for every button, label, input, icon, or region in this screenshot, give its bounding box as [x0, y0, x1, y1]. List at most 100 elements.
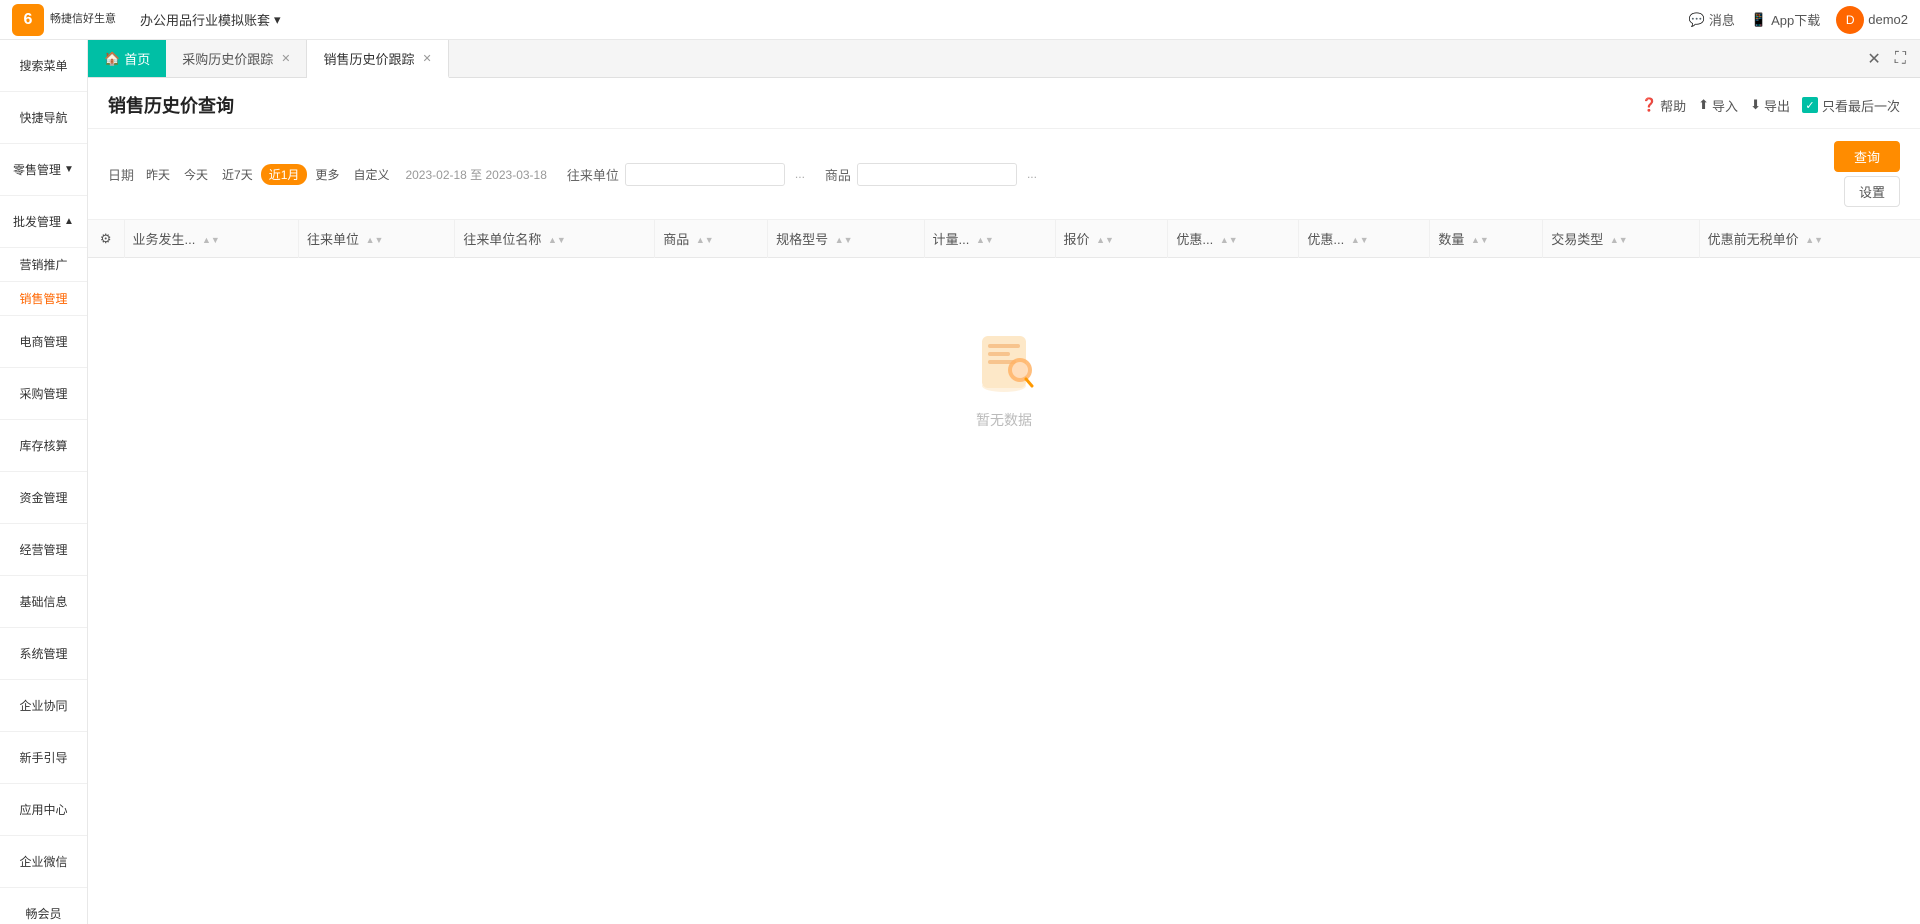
table-header-row: ⚙ 业务发生... ▲▼ 往来单位 ▲▼ 往来单位名称 — [88, 220, 1920, 258]
tab-purchase-history-label: 采购历史价跟踪 — [182, 49, 273, 68]
logo-icon: 6 — [12, 4, 44, 36]
sidebar-item-inventory-check[interactable]: 库存核算 — [0, 420, 87, 472]
table-col-discount1[interactable]: 优惠... ▲▼ — [1168, 220, 1299, 258]
avatar: D — [1836, 6, 1864, 34]
sidebar-item-member[interactable]: 畅会员 — [0, 888, 87, 924]
sidebar-item-label: 经营管理 — [19, 541, 67, 558]
sidebar-item-label: 畅会员 — [25, 905, 61, 922]
sort-icon: ▲▼ — [202, 236, 220, 245]
import-label: 导入 — [1712, 96, 1738, 115]
table-col-quantity[interactable]: 数量 ▲▼ — [1430, 220, 1543, 258]
export-btn[interactable]: ⬇ 导出 — [1750, 96, 1790, 115]
table-col-discount2[interactable]: 优惠... ▲▼ — [1299, 220, 1430, 258]
tab-purchase-history[interactable]: 采购历史价跟踪 ✕ — [166, 40, 307, 77]
sidebar-item-label: 企业微信 — [19, 853, 67, 870]
sidebar-item-quick-nav[interactable]: 快捷导航 — [0, 92, 87, 144]
help-btn[interactable]: ❓ 帮助 — [1641, 96, 1686, 115]
account-selector[interactable]: 办公用品行业模拟账套 ▾ — [132, 6, 289, 33]
date-filter-group: 日期 昨天 今天 近7天 近1月 更多 自定义 2023-02-18 至 202… — [108, 164, 547, 185]
sort-icon: ▲▼ — [1220, 236, 1238, 245]
date-last1month-btn[interactable]: 近1月 — [261, 164, 308, 185]
sort-icon: ▲▼ — [696, 236, 714, 245]
topbar: 6 畅捷信好生意 办公用品行业模拟账套 ▾ 💬 消息 📱 App下载 D dem… — [0, 0, 1920, 40]
tab-home-label: 首页 — [124, 49, 150, 68]
sidebar-item-label: 企业协同 — [19, 697, 67, 714]
sort-icon: ▲▼ — [1610, 236, 1628, 245]
date-yesterday-btn[interactable]: 昨天 — [140, 164, 176, 185]
goods-input[interactable] — [857, 163, 1017, 186]
topbar-right: 💬 消息 📱 App下载 D demo2 — [1689, 6, 1908, 34]
tab-sales-history-close[interactable]: ✕ — [422, 52, 431, 65]
table-col-unit[interactable]: 计量... ▲▼ — [924, 220, 1055, 258]
sort-icon: ▲▼ — [976, 236, 994, 245]
page-actions: ❓ 帮助 ⬆ 导入 ⬇ 导出 ✓ 只看最后一次 — [1641, 96, 1900, 115]
sidebar-item-enterprise-wechat[interactable]: 企业微信 — [0, 836, 87, 888]
sidebar-item-label: 搜索菜单 — [19, 57, 67, 74]
date-custom-btn[interactable]: 自定义 — [347, 164, 395, 185]
app-label: App下载 — [1771, 10, 1820, 29]
chevron-down-icon: ▼ — [64, 164, 74, 175]
gear-icon[interactable]: ⚙ — [100, 231, 112, 246]
table-col-goods[interactable]: 商品 ▲▼ — [655, 220, 768, 258]
app-download-btn[interactable]: 📱 App下载 — [1751, 10, 1820, 29]
only-last-checkbox[interactable]: ✓ 只看最后一次 — [1802, 96, 1900, 115]
content-area: 🏠 首页 采购历史价跟踪 ✕ 销售历史价跟踪 ✕ ✕ ⛶ 销售历史价查询 — [88, 40, 1920, 924]
sidebar-item-purchase-mgmt[interactable]: 采购管理 — [0, 368, 87, 420]
goods-label: 商品 — [825, 165, 851, 184]
maximize-btn[interactable]: ⛶ — [1891, 46, 1910, 72]
sidebar-item-label: 基础信息 — [19, 593, 67, 610]
user-label: demo2 — [1868, 12, 1908, 27]
table-col-biz-date[interactable]: 业务发生... ▲▼ — [124, 220, 299, 258]
table-col-trade-type[interactable]: 交易类型 ▲▼ — [1543, 220, 1699, 258]
sidebar-item-marketing-promo[interactable]: 营销推广 — [0, 248, 87, 282]
sidebar-item-new-guide[interactable]: 新手引导 — [0, 732, 87, 784]
sort-icon: ▲▼ — [1805, 236, 1823, 245]
import-btn[interactable]: ⬆ 导入 — [1698, 96, 1738, 115]
sidebar-item-ecommerce-mgmt[interactable]: 电商管理 — [0, 316, 87, 368]
sidebar-item-app-center[interactable]: 应用中心 — [0, 784, 87, 836]
sidebar-item-label: 批发管理 — [13, 213, 61, 230]
date-label: 日期 — [108, 165, 134, 184]
date-more-btn[interactable]: 更多 — [309, 164, 345, 185]
message-btn[interactable]: 💬 消息 — [1689, 10, 1735, 29]
table-col-partner-name[interactable]: 往来单位名称 ▲▼ — [455, 220, 655, 258]
sidebar: 搜索菜单 快捷导航 零售管理 ▼ 批发管理 ▲ 营销推广 销售管理 电商管理 采… — [0, 40, 88, 924]
date-today-btn[interactable]: 今天 — [178, 164, 214, 185]
sidebar-item-wholesale-mgmt[interactable]: 批发管理 ▲ — [0, 196, 87, 248]
table-col-gear[interactable]: ⚙ — [88, 220, 124, 258]
tab-sales-history[interactable]: 销售历史价跟踪 ✕ — [307, 40, 448, 78]
sidebar-item-biz-mgmt[interactable]: 经营管理 — [0, 524, 87, 576]
empty-text: 暂无数据 — [976, 410, 1032, 430]
table-col-pre-tax-price[interactable]: 优惠前无税单价 ▲▼ — [1699, 220, 1920, 258]
query-button[interactable]: 查询 — [1834, 141, 1900, 172]
sidebar-item-search-menu[interactable]: 搜索菜单 — [0, 40, 87, 92]
sidebar-item-system-mgmt[interactable]: 系统管理 — [0, 628, 87, 680]
user-menu[interactable]: D demo2 — [1836, 6, 1908, 34]
message-icon: 💬 — [1689, 12, 1705, 28]
table-col-spec[interactable]: 规格型号 ▲▼ — [768, 220, 924, 258]
chevron-up-icon: ▲ — [64, 216, 74, 227]
sidebar-item-label: 销售管理 — [19, 290, 67, 307]
sidebar-item-enterprise-collab[interactable]: 企业协同 — [0, 680, 87, 732]
date-last7days-btn[interactable]: 近7天 — [216, 164, 259, 185]
sidebar-item-retail-mgmt[interactable]: 零售管理 ▼ — [0, 144, 87, 196]
settings-button[interactable]: 设置 — [1844, 176, 1900, 207]
table-col-price[interactable]: 报价 ▲▼ — [1055, 220, 1168, 258]
partner-label: 往来单位 — [567, 165, 619, 184]
export-icon: ⬇ — [1750, 97, 1761, 113]
tab-home[interactable]: 🏠 首页 — [88, 40, 166, 77]
tab-purchase-history-close[interactable]: ✕ — [281, 52, 290, 65]
help-icon: ❓ — [1641, 97, 1657, 113]
sidebar-item-sales-mgmt[interactable]: 销售管理 — [0, 282, 87, 316]
sidebar-item-label: 资金管理 — [19, 489, 67, 506]
import-icon: ⬆ — [1698, 97, 1709, 113]
checkbox-icon: ✓ — [1802, 97, 1818, 113]
partner-input[interactable] — [625, 163, 785, 186]
sort-icon: ▲▼ — [548, 236, 566, 245]
sidebar-item-label: 采购管理 — [19, 385, 67, 402]
sidebar-item-fund-mgmt[interactable]: 资金管理 — [0, 472, 87, 524]
message-label: 消息 — [1709, 10, 1735, 29]
close-tab-btn[interactable]: ✕ — [1863, 45, 1884, 73]
table-col-partner-code[interactable]: 往来单位 ▲▼ — [299, 220, 455, 258]
sidebar-item-basic-info[interactable]: 基础信息 — [0, 576, 87, 628]
